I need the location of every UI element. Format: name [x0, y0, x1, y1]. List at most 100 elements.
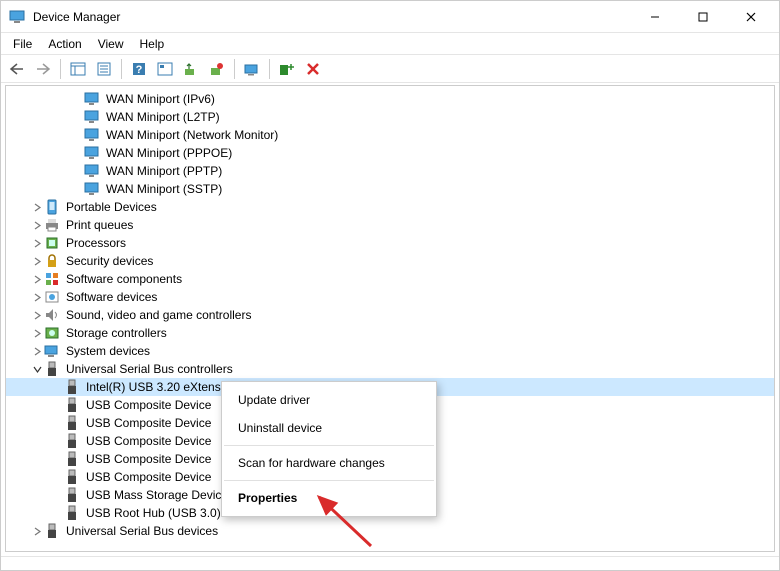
expander-icon[interactable]: [30, 329, 44, 338]
app-icon: [9, 9, 25, 25]
expander-icon[interactable]: [30, 365, 44, 374]
device-category-usb[interactable]: Universal Serial Bus controllers: [6, 360, 774, 378]
device-category[interactable]: Print queues: [6, 216, 774, 234]
delete-button[interactable]: [301, 57, 325, 81]
ctx-uninstall-device[interactable]: Uninstall device: [222, 414, 436, 442]
toolbar-separator: [121, 59, 122, 79]
tree-item-label: Security devices: [64, 253, 155, 269]
menu-view[interactable]: View: [90, 35, 132, 53]
monitor-icon: [84, 163, 100, 179]
device-category[interactable]: System devices: [6, 342, 774, 360]
minimize-button[interactable]: [635, 3, 675, 31]
tree-item-label: USB Composite Device: [84, 397, 213, 413]
help-button[interactable]: ?: [127, 57, 151, 81]
usb-icon: [64, 469, 80, 485]
network-adapter-item[interactable]: WAN Miniport (PPTP): [6, 162, 774, 180]
usb-icon: [64, 505, 80, 521]
monitor-icon: [84, 109, 100, 125]
monitor-icon: [84, 127, 100, 143]
tree-item-label: USB Mass Storage Device: [84, 487, 230, 503]
tree-item-label: Print queues: [64, 217, 135, 233]
expander-icon[interactable]: [30, 257, 44, 266]
network-adapter-item[interactable]: WAN Miniport (Network Monitor): [6, 126, 774, 144]
ctx-scan-hardware[interactable]: Scan for hardware changes: [222, 449, 436, 477]
toolbar-separator: [269, 59, 270, 79]
tree-item-label: WAN Miniport (PPTP): [104, 163, 224, 179]
monitor-icon: [84, 181, 100, 197]
svg-text:?: ?: [136, 64, 143, 76]
network-adapter-item[interactable]: WAN Miniport (L2TP): [6, 108, 774, 126]
device-category[interactable]: Portable Devices: [6, 198, 774, 216]
device-category-usb-devices[interactable]: Universal Serial Bus devices: [6, 522, 774, 540]
show-hide-tree-button[interactable]: [66, 57, 90, 81]
tree-item-label: USB Composite Device: [84, 433, 213, 449]
tree-item-label: Storage controllers: [64, 325, 169, 341]
expander-icon[interactable]: [30, 347, 44, 356]
menu-help[interactable]: Help: [132, 35, 173, 53]
device-category[interactable]: Software components: [6, 270, 774, 288]
maximize-button[interactable]: [683, 3, 723, 31]
device-category[interactable]: Security devices: [6, 252, 774, 270]
usb-icon: [64, 451, 80, 467]
network-adapter-item[interactable]: WAN Miniport (SSTP): [6, 180, 774, 198]
close-button[interactable]: [731, 3, 771, 31]
device-category[interactable]: Storage controllers: [6, 324, 774, 342]
ctx-separator: [224, 445, 434, 446]
device-category[interactable]: Software devices: [6, 288, 774, 306]
device-category[interactable]: Sound, video and game controllers: [6, 306, 774, 324]
menu-file[interactable]: File: [5, 35, 40, 53]
expander-icon[interactable]: [30, 275, 44, 284]
expander-icon[interactable]: [30, 311, 44, 320]
ctx-properties[interactable]: Properties: [222, 484, 436, 512]
tree-item-label: USB Root Hub (USB 3.0): [84, 505, 223, 521]
toolbar-separator: [234, 59, 235, 79]
tree-item-label: WAN Miniport (SSTP): [104, 181, 224, 197]
security-icon: [44, 253, 60, 269]
expander-icon[interactable]: [30, 527, 44, 536]
sound-icon: [44, 307, 60, 323]
uninstall-button[interactable]: [205, 57, 229, 81]
tree-item-label: USB Composite Device: [84, 451, 213, 467]
back-button[interactable]: [5, 57, 29, 81]
toolbar: ?: [1, 55, 779, 83]
update-driver-button[interactable]: [179, 57, 203, 81]
usb-icon: [44, 523, 60, 539]
printer-icon: [44, 217, 60, 233]
expander-icon[interactable]: [30, 221, 44, 230]
forward-button[interactable]: [31, 57, 55, 81]
expander-icon[interactable]: [30, 293, 44, 302]
tree-item-label: WAN Miniport (Network Monitor): [104, 127, 280, 143]
properties-button[interactable]: [92, 57, 116, 81]
tree-item-label: WAN Miniport (L2TP): [104, 109, 222, 125]
cpu-icon: [44, 235, 60, 251]
system-icon: [44, 343, 60, 359]
expander-icon[interactable]: [30, 239, 44, 248]
portable-icon: [44, 199, 60, 215]
swdev-icon: [44, 289, 60, 305]
tree-item-label: Software devices: [64, 289, 159, 305]
usb-icon: [64, 379, 80, 395]
menu-action[interactable]: Action: [40, 35, 89, 53]
tree-item-label: WAN Miniport (PPPOE): [104, 145, 234, 161]
add-legacy-button[interactable]: [275, 57, 299, 81]
tree-item-label: Sound, video and game controllers: [64, 307, 253, 323]
network-adapter-item[interactable]: WAN Miniport (IPv6): [6, 90, 774, 108]
monitor-icon: [84, 145, 100, 161]
window-title: Device Manager: [33, 10, 635, 24]
expander-icon[interactable]: [30, 203, 44, 212]
menubar: File Action View Help: [1, 33, 779, 55]
usb-icon: [64, 433, 80, 449]
action-button[interactable]: [153, 57, 177, 81]
tree-item-label: USB Composite Device: [84, 415, 213, 431]
network-adapter-item[interactable]: WAN Miniport (PPPOE): [6, 144, 774, 162]
window-controls: [635, 3, 771, 31]
ctx-update-driver[interactable]: Update driver: [222, 386, 436, 414]
tree-item-label: Portable Devices: [64, 199, 159, 215]
tree-item-label: Universal Serial Bus controllers: [64, 361, 235, 377]
device-category[interactable]: Processors: [6, 234, 774, 252]
storage-icon: [44, 325, 60, 341]
toolbar-separator: [60, 59, 61, 79]
tree-item-label: USB Composite Device: [84, 469, 213, 485]
usb-icon: [44, 361, 60, 377]
scan-button[interactable]: [240, 57, 264, 81]
